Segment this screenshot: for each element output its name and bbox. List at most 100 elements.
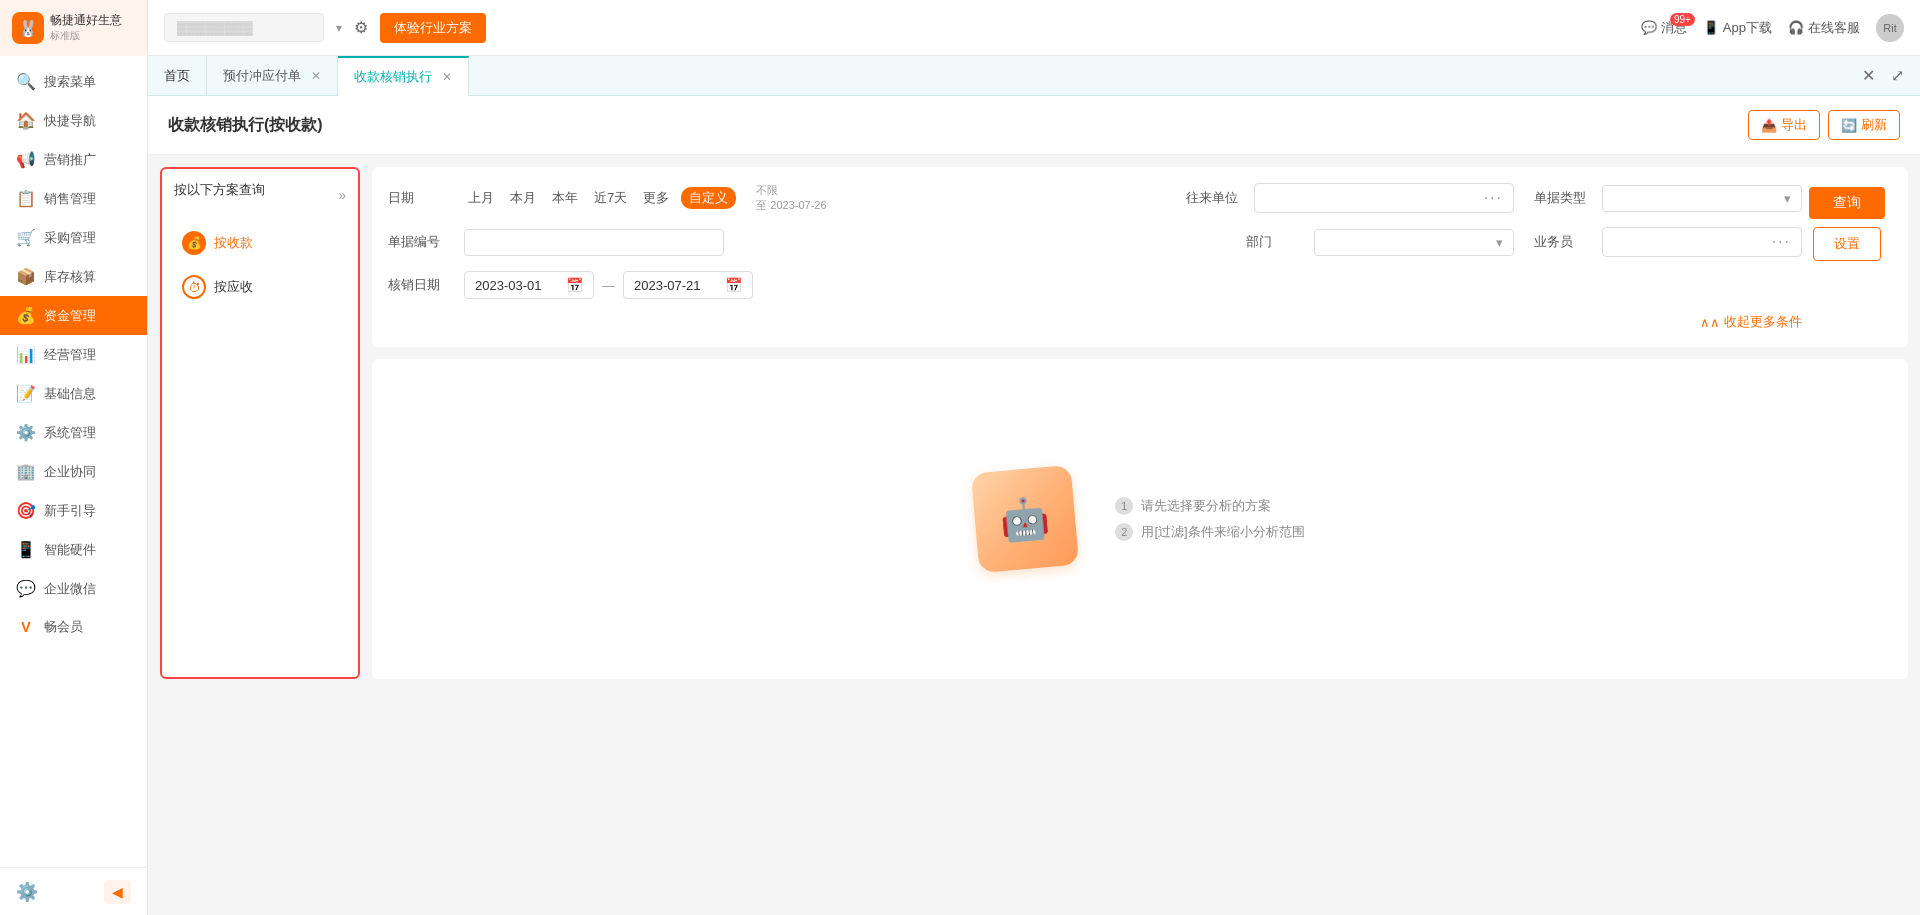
export-button[interactable]: 📤 导出	[1748, 110, 1820, 140]
cal-start-icon[interactable]: 📅	[566, 277, 583, 293]
member-icon: V	[16, 619, 36, 635]
app-download-link[interactable]: 📱 App下载	[1703, 19, 1772, 37]
tab-bar: 首页 预付冲应付单 ✕ 收款核销执行 ✕ ✕ ⤢	[148, 56, 1920, 96]
sidebar-item-system[interactable]: ⚙️ 系统管理	[0, 413, 147, 452]
sidebar-item-sales[interactable]: 📋 销售管理	[0, 179, 147, 218]
page-title: 收款核销执行(按收款)	[168, 115, 323, 150]
sidebar-item-inventory[interactable]: 📦 库存核算	[0, 257, 147, 296]
staff-input[interactable]: ···	[1602, 227, 1802, 257]
tab-collection[interactable]: 收款核销执行 ✕	[338, 56, 469, 96]
filter-row-3: 核销日期 2023-03-01 📅 — 2023-07-21	[388, 271, 1802, 299]
tab-close-all-icon[interactable]: ✕	[1858, 62, 1879, 89]
sidebar-item-hardware[interactable]: 📱 智能硬件	[0, 530, 147, 569]
date-shortcut-7days[interactable]: 近7天	[590, 187, 631, 209]
date-shortcut-more[interactable]: 更多	[639, 187, 673, 209]
page-header: 收款核销执行(按收款) 📤 导出 🔄 刷新	[148, 96, 1920, 155]
tab-bar-actions: ✕ ⤢	[1858, 62, 1920, 89]
tab-collection-close[interactable]: ✕	[442, 70, 452, 84]
partner-dots-btn[interactable]: ···	[1484, 189, 1503, 207]
marketing-icon: 📢	[16, 150, 36, 169]
sidebar-item-basic-info[interactable]: 📝 基础信息	[0, 374, 147, 413]
sidebar-item-wechat[interactable]: 💬 企业微信	[0, 569, 147, 608]
app-edition: 标准版	[50, 29, 122, 43]
sidebar-item-marketing[interactable]: 📢 营销推广	[0, 140, 147, 179]
dept-label: 部门	[1246, 233, 1306, 251]
filter-actions-col: 查询 设置	[1802, 183, 1892, 331]
verification-end-value: 2023-07-21	[634, 278, 701, 293]
partner-input[interactable]: ···	[1254, 183, 1514, 213]
date-shortcuts: 上月 本月 本年 近7天 更多 自定义	[464, 187, 736, 209]
sidebar-item-label: 销售管理	[44, 190, 96, 208]
sidebar-item-label: 资金管理	[44, 307, 96, 325]
refresh-button[interactable]: 🔄 刷新	[1828, 110, 1900, 140]
cal-end-icon[interactable]: 📅	[725, 277, 742, 293]
date-shortcut-custom[interactable]: 自定义	[681, 187, 736, 209]
tab-home-label: 首页	[164, 67, 190, 85]
industry-solution-button[interactable]: 体验行业方案	[380, 13, 486, 43]
sidebar-item-label: 营销推广	[44, 151, 96, 169]
sidebar-item-label: 智能硬件	[44, 541, 96, 559]
dept-chevron: ▾	[1496, 235, 1503, 250]
tab-prepay[interactable]: 预付冲应付单 ✕	[207, 56, 338, 96]
empty-state: 🤖 1 请先选择要分析的方案 2 用[过滤]条件来缩小分析范围	[955, 409, 1324, 629]
verification-date-label: 核销日期	[388, 276, 448, 294]
sales-icon: 📋	[16, 189, 36, 208]
sidebar-settings-icon[interactable]: ⚙️	[16, 881, 38, 903]
online-service-link[interactable]: 🎧 在线客服	[1788, 19, 1860, 37]
query-button[interactable]: 查询	[1809, 187, 1885, 219]
date-shortcut-this-month[interactable]: 本月	[506, 187, 540, 209]
message-button[interactable]: 💬 消息 99+	[1641, 19, 1687, 37]
empty-tips: 1 请先选择要分析的方案 2 用[过滤]条件来缩小分析范围	[1115, 497, 1304, 541]
header-left: ▓▓▓▓▓▓▓▓ ▾ ⚙ 体验行业方案	[164, 13, 486, 43]
empty-tip-1: 1 请先选择要分析的方案	[1115, 497, 1304, 515]
user-avatar[interactable]: Rit	[1876, 14, 1904, 42]
search-menu-icon: 🔍	[16, 72, 36, 91]
bill-type-select[interactable]: ▾	[1602, 185, 1802, 212]
sidebar-item-label: 新手引导	[44, 502, 96, 520]
sidebar-item-member[interactable]: V 畅会员	[0, 608, 147, 646]
date-shortcut-last-month[interactable]: 上月	[464, 187, 498, 209]
dept-select[interactable]: ▾	[1314, 229, 1514, 256]
tab-prepay-label: 预付冲应付单	[223, 67, 301, 85]
receipt-icon: 💰	[182, 231, 206, 255]
sidebar-item-quick-nav[interactable]: 🏠 快捷导航	[0, 101, 147, 140]
content-area: 按以下方案查询 » 💰 按收款 ⏱ 按应收	[148, 155, 1920, 691]
sidebar-item-label: 经营管理	[44, 346, 96, 364]
sidebar-item-operations[interactable]: 📊 经营管理	[0, 335, 147, 374]
collapse-more-conditions-button[interactable]: ∧∧ 收起更多条件	[1700, 313, 1802, 331]
sidebar-item-guide[interactable]: 🎯 新手引导	[0, 491, 147, 530]
left-panel-collapse-icon[interactable]: »	[338, 187, 346, 203]
inventory-icon: 📦	[16, 267, 36, 286]
quick-nav-icon: 🏠	[16, 111, 36, 130]
tab-maximize-icon[interactable]: ⤢	[1887, 62, 1908, 89]
settings-button[interactable]: 设置	[1813, 227, 1881, 261]
header-gear-icon[interactable]: ⚙	[354, 18, 368, 37]
filter-more-row: ∧∧ 收起更多条件	[388, 313, 1802, 331]
bill-type-chevron: ▾	[1784, 191, 1791, 206]
sidebar-item-search-menu[interactable]: 🔍 搜索菜单	[0, 62, 147, 101]
filter-form-container: 日期 上月 本月 本年 近7天 更多 自定义	[388, 183, 1892, 331]
finance-icon: 💰	[16, 306, 36, 325]
sidebar-item-enterprise[interactable]: 🏢 企业协同	[0, 452, 147, 491]
sidebar-collapse-icon[interactable]: ◀	[104, 880, 131, 904]
date-no-limit-text: 不限	[756, 183, 826, 198]
filter-option-by-receipt[interactable]: 💰 按收款	[174, 221, 346, 265]
bill-no-input[interactable]	[464, 229, 724, 256]
tab-home[interactable]: 首页	[148, 56, 207, 96]
page-header-actions: 📤 导出 🔄 刷新	[1748, 110, 1900, 154]
app-logo-icon: 🐰	[12, 12, 44, 44]
message-icon: 💬	[1641, 20, 1657, 35]
sidebar-item-finance[interactable]: 💰 资金管理	[0, 296, 147, 335]
filter-form: 日期 上月 本月 本年 近7天 更多 自定义	[388, 183, 1802, 331]
filter-option-by-receivable[interactable]: ⏱ 按应收	[174, 265, 346, 309]
date-shortcut-this-year[interactable]: 本年	[548, 187, 582, 209]
header-dropdown-chevron[interactable]: ▾	[336, 21, 342, 35]
verification-start-input[interactable]: 2023-03-01 📅	[464, 271, 594, 299]
staff-dots-btn[interactable]: ···	[1772, 233, 1791, 251]
collapse-icon: ∧∧	[1700, 315, 1720, 330]
tab-prepay-close[interactable]: ✕	[311, 69, 321, 83]
page-container: 收款核销执行(按收款) 📤 导出 🔄 刷新 按以下方案查询 »	[148, 96, 1920, 915]
verification-end-input[interactable]: 2023-07-21 📅	[623, 271, 753, 299]
wechat-icon: 💬	[16, 579, 36, 598]
sidebar-item-purchase[interactable]: 🛒 采购管理	[0, 218, 147, 257]
